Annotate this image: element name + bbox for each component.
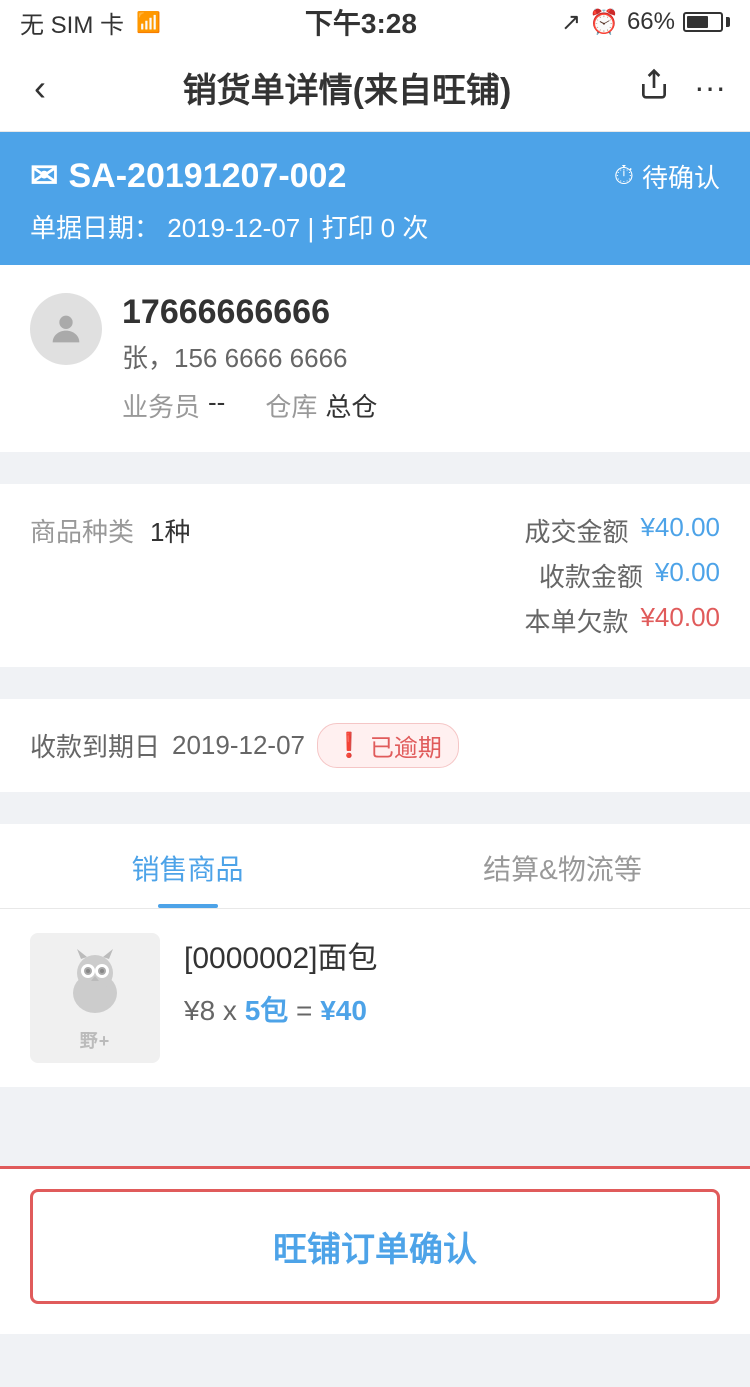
confirm-button[interactable]: 旺铺订单确认 [30, 1189, 720, 1304]
product-logo-icon [55, 943, 135, 1023]
avatar [30, 293, 102, 365]
warehouse-label: 仓库 [265, 387, 317, 424]
order-banner: ✉ SA-20191207-002 ⏱ 待确认 单据日期： 2019-12-07… [0, 132, 750, 265]
status-right: ↗ ⏰ 66% [561, 8, 730, 37]
sales-value: -- [208, 387, 225, 424]
carrier-label: 无 SIM 卡 [20, 5, 124, 40]
status-left: 无 SIM 卡 📶 [20, 5, 161, 40]
back-button[interactable]: ‹ [24, 57, 56, 119]
battery-icon [683, 12, 730, 32]
overdue-icon: ❗ [334, 731, 364, 760]
tab-settlement[interactable]: 结算&物流等 [375, 824, 750, 908]
location-icon: ↗ [561, 8, 581, 37]
customer-name: 张，156 6666 6666 [122, 338, 720, 375]
product-logo-text: 野+ [80, 1027, 111, 1053]
customer-info: 17666666666 张，156 6666 6666 业务员 -- 仓库 总仓 [122, 293, 720, 424]
debt-label: 本单欠款 [524, 602, 628, 639]
confirm-button-wrap: 旺铺订单确认 [0, 1166, 750, 1334]
product-name: [0000002]面包 [184, 933, 720, 977]
product-type-value: 1种 [150, 512, 190, 549]
product-type-label: 商品种类 [30, 512, 134, 549]
tabs: 销售商品 结算&物流等 [0, 824, 750, 909]
product-price: ¥8 x 5包 = ¥40 [184, 989, 720, 1029]
summary-card: 商品种类 1种 成交金额 ¥40.00 收款金额 ¥0.00 本单欠款 ¥40.… [0, 484, 750, 667]
due-date-row: 收款到期日 2019-12-07 ❗ 已逾期 [0, 699, 750, 792]
share-icon[interactable] [638, 68, 670, 108]
mail-icon: ✉ [30, 156, 59, 196]
more-icon[interactable]: ··· [694, 69, 726, 106]
product-info: [0000002]面包 ¥8 x 5包 = ¥40 [184, 933, 720, 1029]
status-bar: 无 SIM 卡 📶 下午3:28 ↗ ⏰ 66% [0, 0, 750, 44]
nav-actions: ··· [638, 68, 726, 108]
alarm-icon: ⏰ [589, 8, 619, 37]
summary-right: 成交金额 ¥40.00 收款金额 ¥0.00 本单欠款 ¥40.00 [524, 512, 720, 639]
payment-value: ¥0.00 [655, 557, 720, 594]
battery-label: 66% [627, 8, 675, 36]
product-qty: 5包 [245, 995, 289, 1026]
payment-label: 收款金额 [539, 557, 643, 594]
page-title: 销货单详情(来自旺铺) [183, 63, 512, 112]
order-id: ✉ SA-20191207-002 [30, 156, 346, 196]
due-date-label: 收款到期日 [30, 727, 160, 764]
tab-sales[interactable]: 销售商品 [0, 824, 375, 908]
status-time: 下午3:28 [305, 2, 417, 42]
customer-phone: 17666666666 [122, 293, 720, 332]
debt-value: ¥40.00 [640, 602, 720, 639]
product-total: ¥40 [320, 995, 367, 1026]
summary-left: 商品种类 1种 [30, 512, 190, 549]
product-image: 野+ [30, 933, 160, 1063]
divider-1 [0, 468, 750, 484]
customer-card: 17666666666 张，156 6666 6666 业务员 -- 仓库 总仓 [0, 265, 750, 452]
sales-label: 业务员 [122, 387, 200, 424]
warehouse-value: 总仓 [325, 387, 377, 424]
nav-bar: ‹ 销货单详情(来自旺铺) ··· [0, 44, 750, 132]
order-date: 单据日期： 2019-12-07 | 打印 0 次 [30, 208, 720, 245]
wifi-icon: 📶 [136, 10, 161, 35]
divider-3 [0, 808, 750, 824]
customer-meta: 业务员 -- 仓库 总仓 [122, 387, 720, 424]
clock-icon: ⏱ [614, 160, 634, 192]
overdue-text: 已逾期 [370, 728, 442, 763]
divider-2 [0, 683, 750, 699]
due-date-value: 2019-12-07 [172, 730, 305, 761]
amount-value: ¥40.00 [640, 512, 720, 549]
product-card: 野+ [0000002]面包 ¥8 x 5包 = ¥40 [0, 909, 750, 1087]
order-status: ⏱ 待确认 [614, 158, 720, 195]
amount-label: 成交金额 [524, 512, 628, 549]
overdue-badge: ❗ 已逾期 [317, 723, 459, 768]
